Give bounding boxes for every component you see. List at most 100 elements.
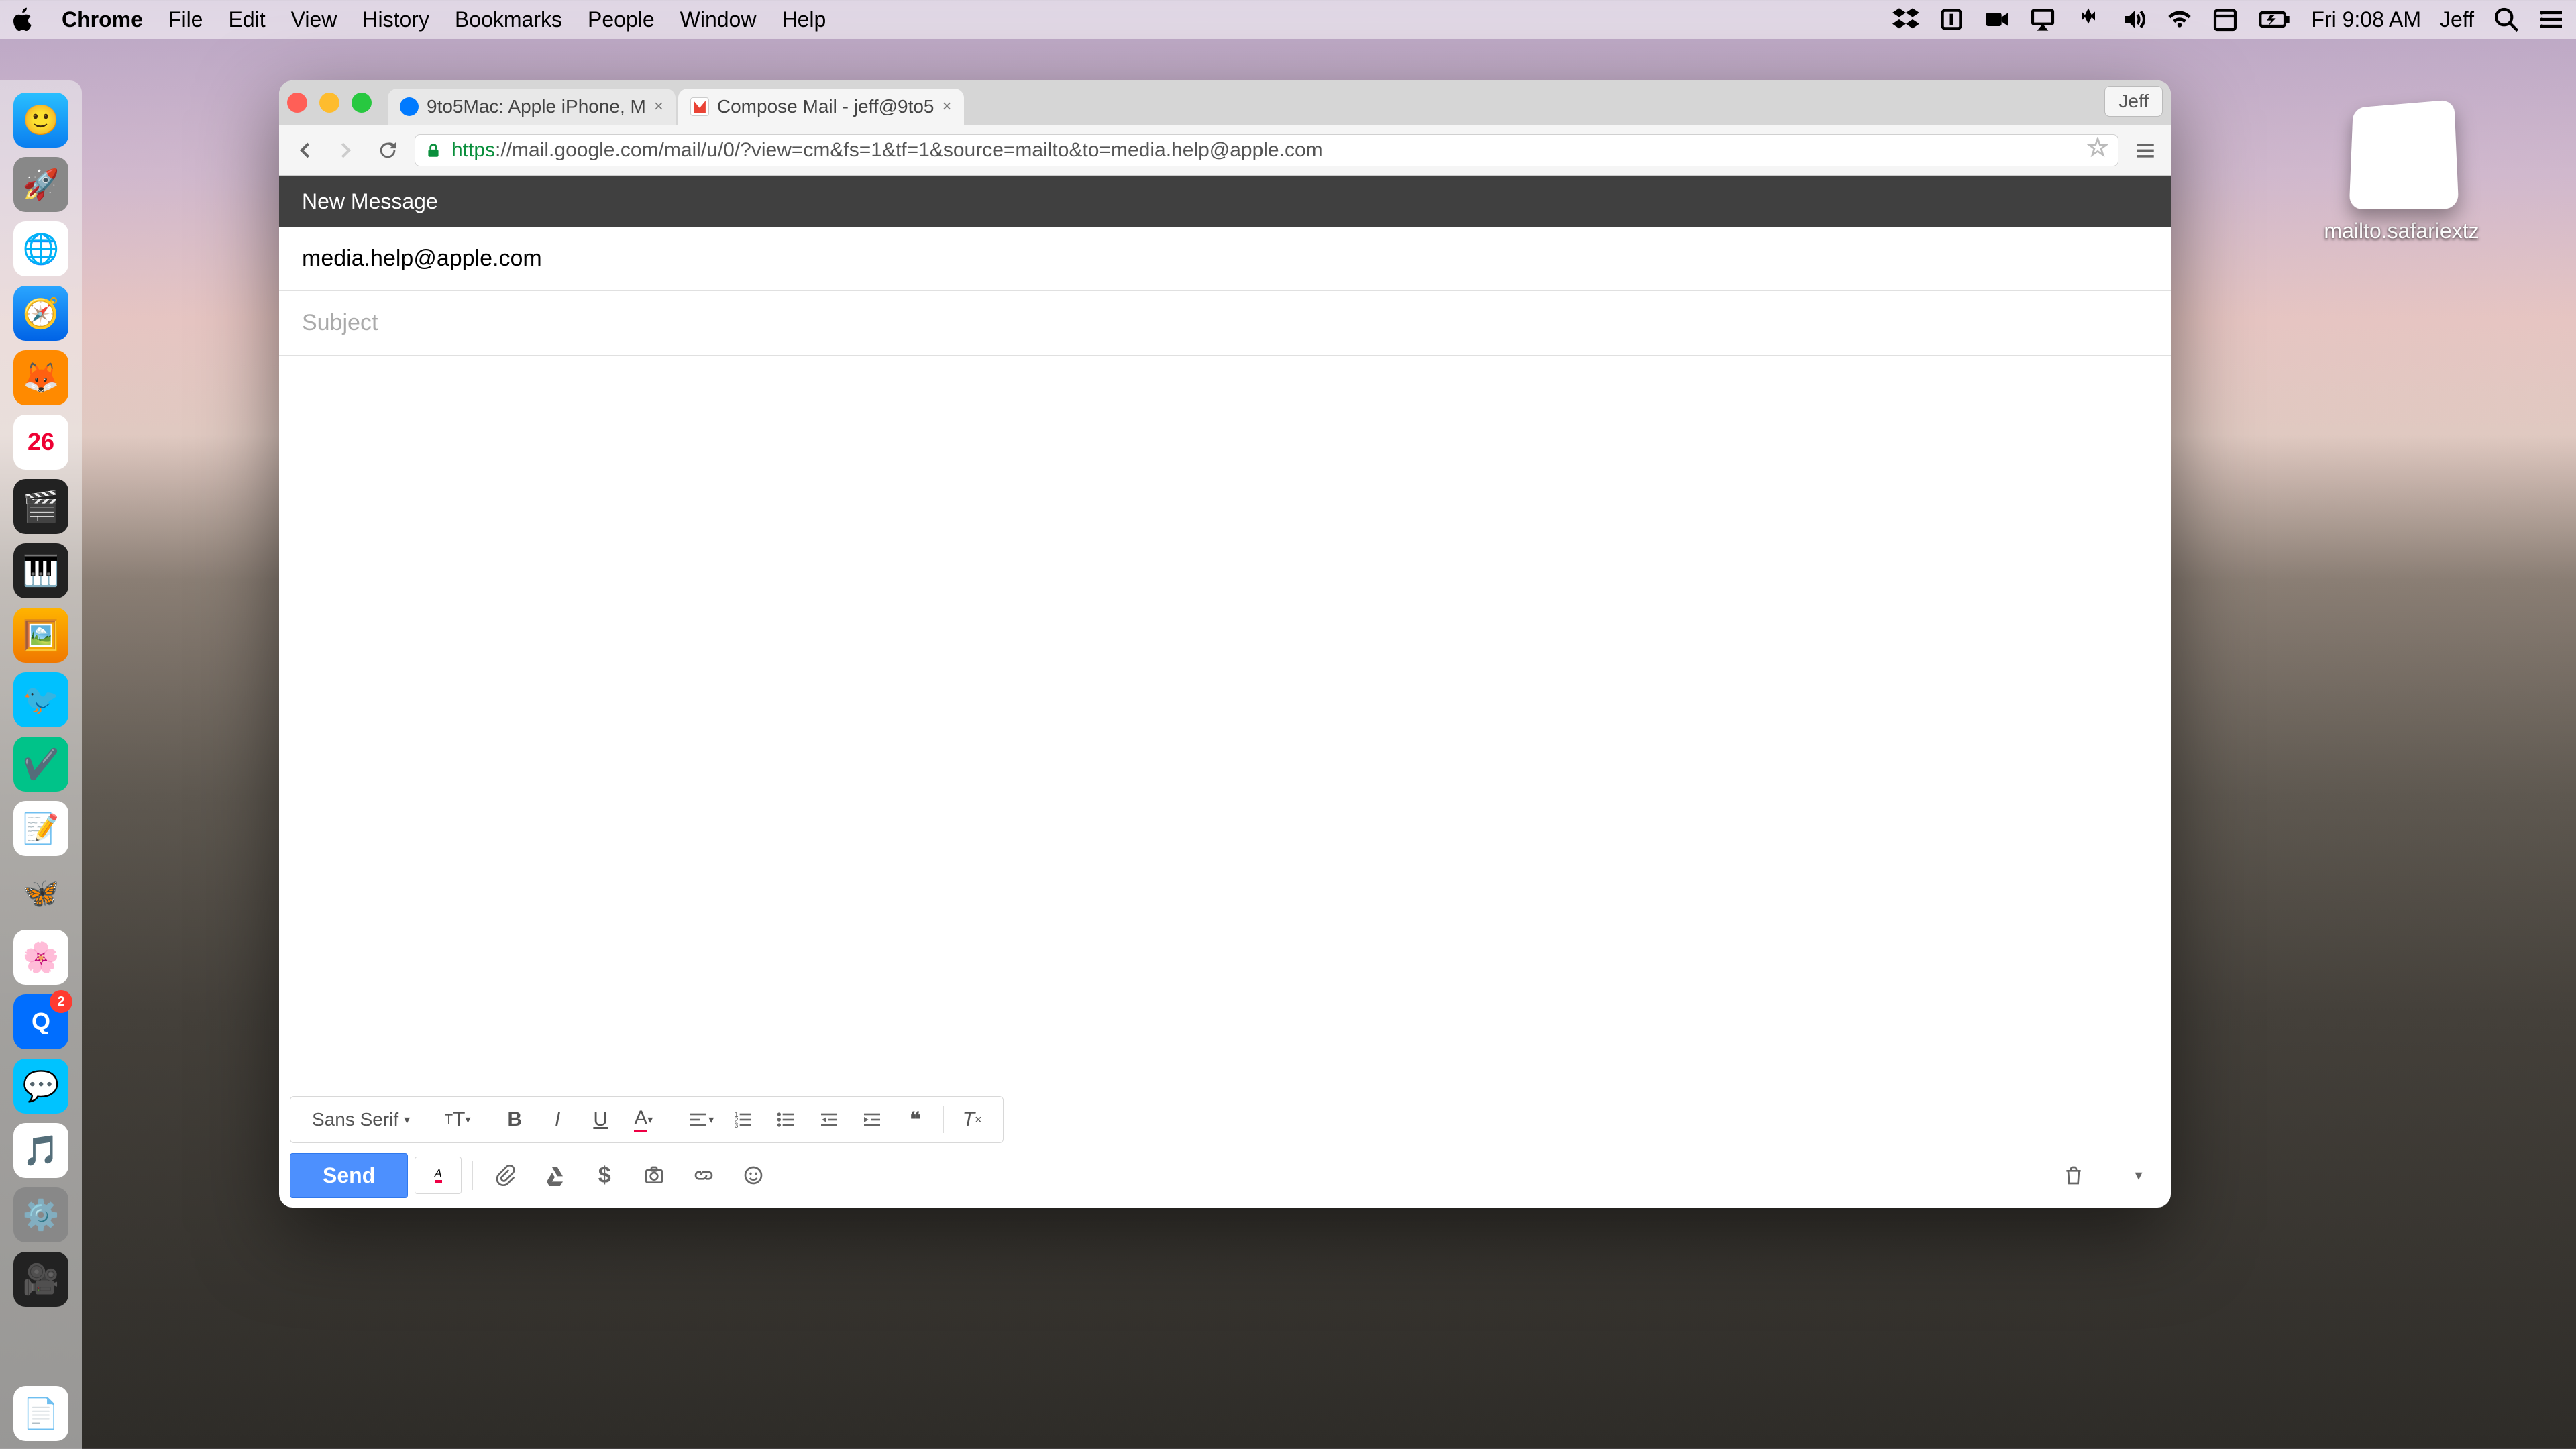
address-bar[interactable]: https://mail.google.com/mail/u/0/?view=c… — [415, 134, 2118, 166]
unordered-list-button[interactable] — [766, 1104, 806, 1136]
drive-icon[interactable] — [533, 1157, 576, 1194]
tab-close-icon[interactable]: × — [654, 97, 663, 116]
dock-launchpad[interactable]: 🚀 — [13, 157, 68, 212]
dock-quip[interactable]: Q2 — [13, 994, 68, 1049]
dock-things[interactable]: ✔️ — [13, 737, 68, 792]
menu-extra-icon[interactable] — [2075, 6, 2102, 33]
dock-messages[interactable]: 💬 — [13, 1059, 68, 1114]
remove-formatting-button[interactable]: T× — [952, 1104, 992, 1136]
font-family-select[interactable]: Sans Serif ▾ — [301, 1104, 421, 1136]
browser-tab-9to5mac[interactable]: 9to5Mac: Apple iPhone, M × — [388, 89, 676, 125]
menu-window[interactable]: Window — [680, 7, 757, 32]
menu-history[interactable]: History — [362, 7, 429, 32]
dock-finder[interactable]: 🙂 — [13, 93, 68, 148]
chrome-tabbar: 9to5Mac: Apple iPhone, M × Compose Mail … — [279, 80, 2171, 125]
compose-to-field[interactable]: media.help@apple.com — [279, 227, 2171, 291]
dock-document[interactable]: 📄 — [13, 1386, 68, 1441]
lock-icon — [425, 142, 442, 159]
send-button[interactable]: Send — [290, 1153, 408, 1198]
indent-more-button[interactable] — [852, 1104, 892, 1136]
menu-help[interactable]: Help — [782, 7, 826, 32]
menubar-user[interactable]: Jeff — [2440, 7, 2474, 32]
package-icon — [2349, 99, 2459, 209]
menu-file[interactable]: File — [168, 7, 203, 32]
dock-tweetbot[interactable]: 🐦 — [13, 672, 68, 727]
compose-title: New Message — [279, 176, 2171, 227]
align-button[interactable]: ▾ — [680, 1104, 720, 1136]
more-options-icon[interactable]: ▾ — [2117, 1157, 2160, 1194]
compose-to-value: media.help@apple.com — [302, 246, 542, 272]
dock-chrome[interactable]: 🌐 — [13, 221, 68, 276]
notification-center-icon[interactable] — [2538, 6, 2565, 33]
nav-reload-button[interactable] — [373, 136, 402, 165]
spotlight-icon[interactable] — [2493, 6, 2520, 33]
tab-title: Compose Mail - jeff@9to5 — [717, 96, 934, 117]
ordered-list-button[interactable]: 123 — [723, 1104, 763, 1136]
dock-logic[interactable]: 🎹 — [13, 543, 68, 598]
tab-close-icon[interactable]: × — [943, 97, 952, 116]
insert-link-icon[interactable] — [682, 1157, 725, 1194]
nav-forward-button[interactable] — [331, 136, 361, 165]
window-zoom-button[interactable] — [352, 93, 372, 113]
underline-button[interactable]: U — [580, 1104, 621, 1136]
text-color-button[interactable]: A ▾ — [623, 1104, 663, 1136]
italic-button[interactable]: I — [537, 1104, 578, 1136]
bookmark-star-icon[interactable] — [2087, 137, 2108, 164]
formatting-toggle-button[interactable]: A — [415, 1157, 462, 1194]
dock-butterfly[interactable]: 🦋 — [13, 865, 68, 920]
insert-photo-icon[interactable] — [633, 1157, 676, 1194]
menubar-clock[interactable]: Fri 9:08 AM — [2311, 7, 2421, 32]
dock-keynote[interactable]: 🖼️ — [13, 608, 68, 663]
chrome-menu-button[interactable] — [2131, 136, 2160, 165]
browser-tab-compose[interactable]: Compose Mail - jeff@9to5 × — [678, 89, 964, 125]
dropbox-icon[interactable] — [1892, 6, 1919, 33]
format-toolbar: Sans Serif ▾ TT ▾ B I U A ▾ ▾ 123 ❝ T× — [290, 1096, 1004, 1143]
menu-edit[interactable]: Edit — [228, 7, 265, 32]
quote-button[interactable]: ❝ — [895, 1104, 935, 1136]
compose-body[interactable] — [279, 356, 2171, 1096]
wifi-icon[interactable] — [2166, 6, 2193, 33]
date-icon[interactable] — [2212, 6, 2239, 33]
apple-menu-icon[interactable] — [11, 7, 36, 32]
dock-safari[interactable]: 🧭 — [13, 286, 68, 341]
discard-draft-icon[interactable] — [2052, 1157, 2095, 1194]
chrome-profile-button[interactable]: Jeff — [2104, 86, 2163, 117]
dock-finalcut[interactable]: 🎬 — [13, 479, 68, 534]
compose-subject-input[interactable] — [302, 310, 2148, 336]
indent-less-button[interactable] — [809, 1104, 849, 1136]
facetime-menu-icon[interactable] — [1984, 6, 2010, 33]
dock-calendar[interactable]: 26 — [13, 415, 68, 470]
url-path: ://mail.google.com/mail/u/0/?view=cm&fs=… — [495, 139, 1323, 161]
battery-icon[interactable] — [2257, 6, 2292, 33]
dock-photos[interactable]: 🌸 — [13, 930, 68, 985]
attach-file-icon[interactable] — [484, 1157, 527, 1194]
bold-button[interactable]: B — [494, 1104, 535, 1136]
compose-action-bar: Send A $ ▾ — [279, 1143, 2171, 1208]
tab-title: 9to5Mac: Apple iPhone, M — [427, 96, 646, 117]
gmail-favicon-icon — [690, 97, 709, 116]
menu-bookmarks[interactable]: Bookmarks — [455, 7, 562, 32]
money-icon[interactable]: $ — [583, 1157, 626, 1194]
nav-back-button[interactable] — [290, 136, 319, 165]
url-scheme: https — [451, 139, 495, 161]
volume-icon[interactable] — [2121, 6, 2147, 33]
dock-itunes[interactable]: 🎵 — [13, 1123, 68, 1178]
dock-quicktime[interactable]: 🎥 — [13, 1252, 68, 1307]
compose-subject-field[interactable] — [279, 291, 2171, 356]
menu-view[interactable]: View — [291, 7, 337, 32]
desktop-file-safariextz[interactable]: mailto.safariextz — [2308, 101, 2496, 244]
window-minimize-button[interactable] — [319, 93, 339, 113]
chrome-window: 9to5Mac: Apple iPhone, M × Compose Mail … — [279, 80, 2171, 1208]
dock-settings[interactable]: ⚙️ — [13, 1187, 68, 1242]
window-close-button[interactable] — [287, 93, 307, 113]
emoji-icon[interactable] — [732, 1157, 775, 1194]
one-password-icon[interactable] — [1938, 6, 1965, 33]
airplay-icon[interactable] — [2029, 6, 2056, 33]
svg-text:3: 3 — [735, 1122, 739, 1130]
dock-notes[interactable]: 📝 — [13, 801, 68, 856]
dock-firefox[interactable]: 🦊 — [13, 350, 68, 405]
chrome-toolbar: https://mail.google.com/mail/u/0/?view=c… — [279, 125, 2171, 176]
font-size-button[interactable]: TT ▾ — [437, 1104, 478, 1136]
menu-people[interactable]: People — [588, 7, 655, 32]
active-app-name[interactable]: Chrome — [62, 7, 143, 32]
